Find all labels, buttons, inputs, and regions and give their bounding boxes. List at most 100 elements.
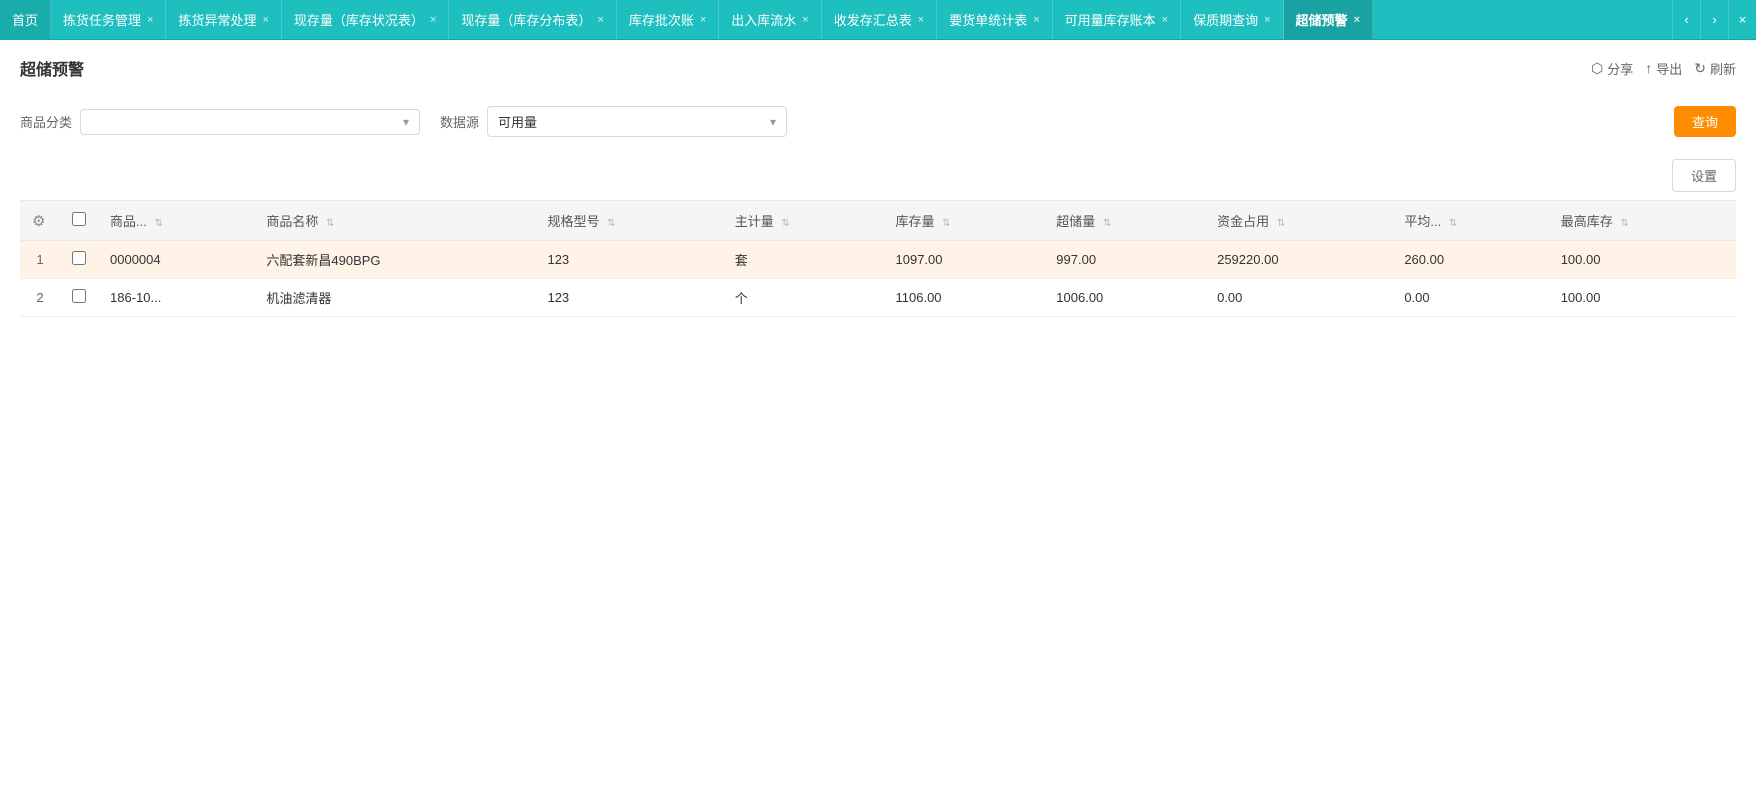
top-nav: 首页 拣货任务管理 × 拣货异常处理 × 现存量（库存状况表） × 现存量（库存… [0,0,1756,40]
col-checkbox-header [60,201,98,241]
nav-arrow-close[interactable]: × [1728,0,1756,40]
refresh-button[interactable]: ↻ 刷新 [1694,59,1736,78]
export-icon: ↑ [1645,60,1652,76]
chevron-down-icon: ▾ [770,115,776,129]
row-capital: 0.00 [1205,279,1392,317]
nav-stock-dist[interactable]: 现存量（库存分布表） × [449,0,616,40]
sort-icon[interactable]: ⇅ [607,218,615,229]
close-icon[interactable]: × [1264,14,1270,26]
share-icon: ⬡ [1591,60,1603,77]
filter-buttons: 查询 [1674,106,1736,137]
row-avg: 0.00 [1392,279,1548,317]
row-name: 六配套新昌490BPG [254,241,535,279]
export-button[interactable]: ↑ 导出 [1645,59,1682,78]
close-icon[interactable]: × [1033,14,1039,26]
close-icon[interactable]: × [918,14,924,26]
row-code: 0000004 [98,241,254,279]
row-spec: 123 [535,241,722,279]
col-code-header: 商品... ⇅ [98,201,254,241]
sort-icon[interactable]: ⇅ [1103,218,1111,229]
nav-abnormal[interactable]: 拣货异常处理 × [166,0,281,40]
nav-arrow-group: ‹ › × [1672,0,1756,40]
col-capital-header: 资金占用 ⇅ [1205,201,1392,241]
sort-icon[interactable]: ⇅ [1449,218,1457,229]
category-filter: 商品分类 ▾ [20,109,420,135]
col-avg-header: 平均... ⇅ [1392,201,1548,241]
col-unit-header: 主计量 ⇅ [723,201,884,241]
data-table: ⚙ 商品... ⇅ 商品名称 ⇅ 规格型号 ⇅ 主计量 [20,200,1736,317]
col-maxstock-header: 最高库存 ⇅ [1549,201,1736,241]
page-title: 超储预警 [20,56,84,80]
row-checkbox-cell [60,241,98,279]
datasource-filter: 数据源 可用量 ▾ [440,106,787,137]
row-maxstock: 100.00 [1549,279,1736,317]
sort-icon[interactable]: ⇅ [781,218,789,229]
sort-icon[interactable]: ⇅ [326,218,334,229]
col-settings-header: ⚙ [20,201,60,241]
row-num: 1 [20,241,60,279]
sort-icon[interactable]: ⇅ [942,218,950,229]
row-stock: 1106.00 [884,279,1045,317]
header-actions: ⬡ 分享 ↑ 导出 ↻ 刷新 [1591,59,1736,78]
row-stock: 1097.00 [884,241,1045,279]
chevron-down-icon: ▾ [403,115,409,129]
row-overstock: 997.00 [1044,241,1205,279]
nav-available[interactable]: 可用量库存账本 × [1053,0,1181,40]
nav-requisition[interactable]: 要货单统计表 × [937,0,1052,40]
row-checkbox[interactable] [72,289,86,303]
nav-stock-status[interactable]: 现存量（库存状况表） × [282,0,449,40]
query-button[interactable]: 查询 [1674,106,1736,137]
filter-bar: 商品分类 ▾ 数据源 可用量 ▾ 查询 [20,96,1736,147]
row-unit: 套 [723,241,884,279]
row-avg: 260.00 [1392,241,1548,279]
row-overstock: 1006.00 [1044,279,1205,317]
category-select[interactable]: ▾ [80,109,420,135]
close-icon[interactable]: × [700,14,706,26]
table-row: 2 186-10... 机油滤清器 123 个 1106.00 1006.00 … [20,279,1736,317]
share-button[interactable]: ⬡ 分享 [1591,59,1633,78]
close-icon[interactable]: × [597,14,603,26]
nav-home[interactable]: 首页 [0,0,51,40]
close-icon[interactable]: × [1162,14,1168,26]
table-header-row: ⚙ 商品... ⇅ 商品名称 ⇅ 规格型号 ⇅ 主计量 [20,201,1736,241]
close-icon[interactable]: × [1354,14,1360,26]
sort-icon[interactable]: ⇅ [1620,218,1628,229]
nav-flow[interactable]: 出入库流水 × [719,0,821,40]
row-code: 186-10... [98,279,254,317]
sort-icon[interactable]: ⇅ [154,218,162,229]
datasource-select[interactable]: 可用量 ▾ [487,106,787,137]
page-header: 超储预警 ⬡ 分享 ↑ 导出 ↻ 刷新 [20,56,1736,80]
table-row: 1 0000004 六配套新昌490BPG 123 套 1097.00 997.… [20,241,1736,279]
nav-expiry[interactable]: 保质期查询 × [1181,0,1283,40]
close-icon[interactable]: × [147,14,153,26]
close-icon[interactable]: × [262,14,268,26]
row-maxstock: 100.00 [1549,241,1736,279]
col-name-header: 商品名称 ⇅ [254,201,535,241]
nav-batch[interactable]: 库存批次账 × [617,0,719,40]
row-capital: 259220.00 [1205,241,1392,279]
close-icon[interactable]: × [802,14,808,26]
row-checkbox-cell [60,279,98,317]
gear-icon[interactable]: ⚙ [32,212,45,230]
row-unit: 个 [723,279,884,317]
nav-arrow-left[interactable]: ‹ [1672,0,1700,40]
row-name: 机油滤清器 [254,279,535,317]
col-spec-header: 规格型号 ⇅ [535,201,722,241]
nav-summary[interactable]: 收发存汇总表 × [822,0,937,40]
select-all-checkbox[interactable] [72,212,86,226]
settings-row: 设置 [20,159,1736,192]
main-content: 超储预警 ⬡ 分享 ↑ 导出 ↻ 刷新 商品分类 ▾ 数据源 [0,40,1756,800]
sort-icon[interactable]: ⇅ [1277,218,1285,229]
col-overstock-header: 超储量 ⇅ [1044,201,1205,241]
datasource-select-value: 可用量 [498,112,537,131]
col-stock-header: 库存量 ⇅ [884,201,1045,241]
settings-button[interactable]: 设置 [1672,159,1736,192]
nav-overstock[interactable]: 超储预警 × [1284,0,1373,40]
datasource-label: 数据源 [440,112,479,131]
close-icon[interactable]: × [430,14,436,26]
row-spec: 123 [535,279,722,317]
nav-arrow-right[interactable]: › [1700,0,1728,40]
row-checkbox[interactable] [72,251,86,265]
nav-task-mgmt[interactable]: 拣货任务管理 × [51,0,166,40]
category-label: 商品分类 [20,112,72,131]
